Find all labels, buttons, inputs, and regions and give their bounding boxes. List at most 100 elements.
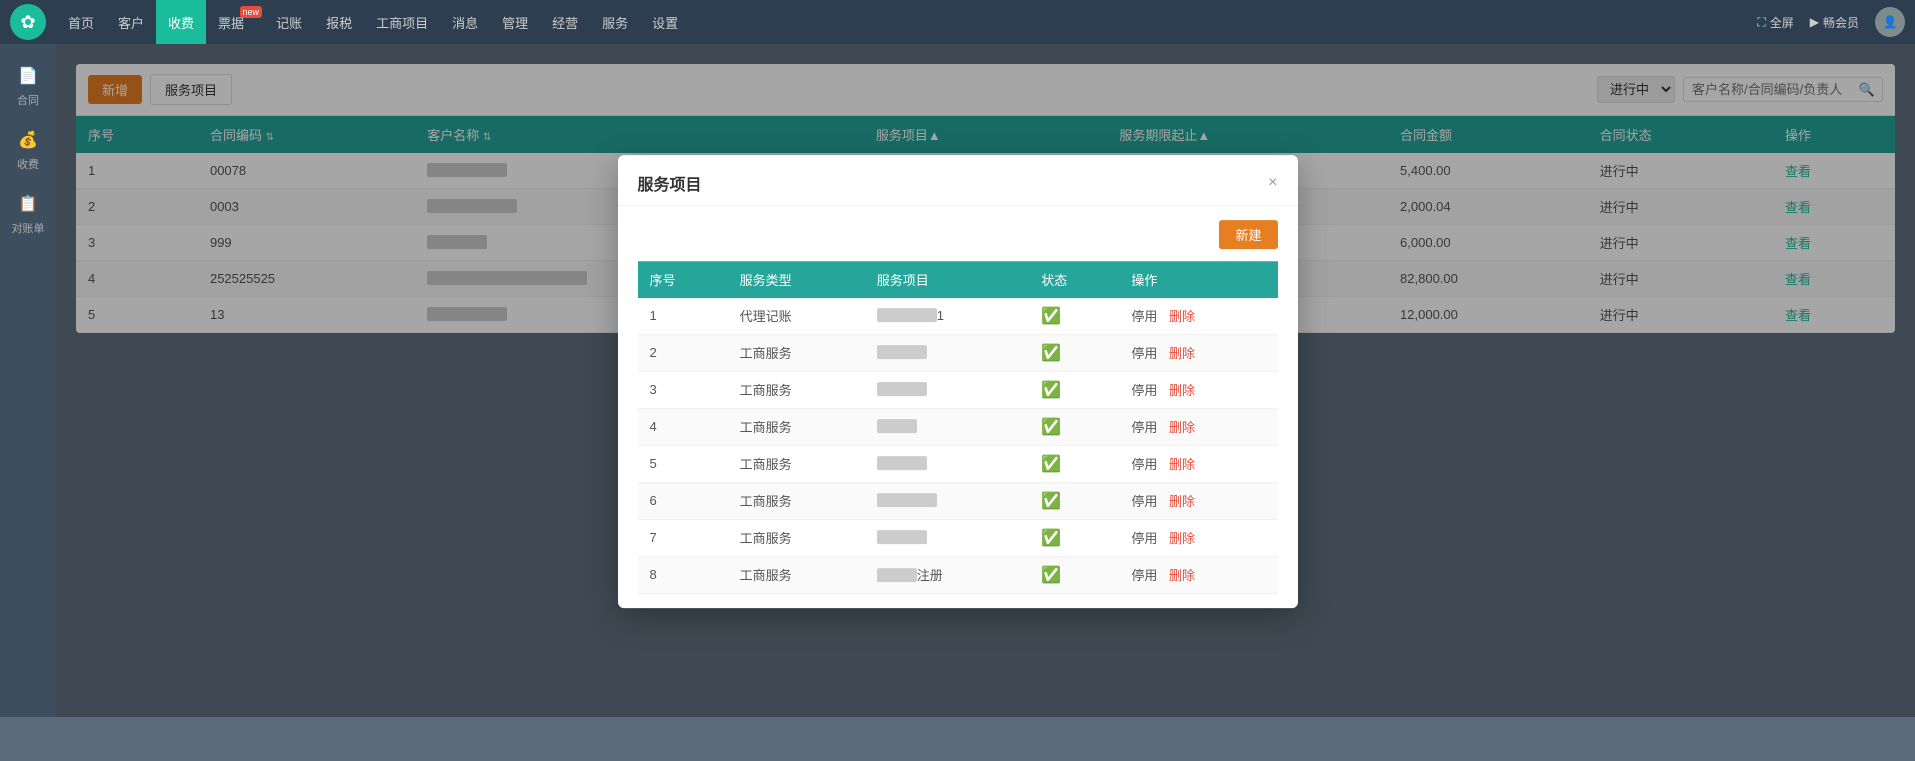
modal-toolbar: 新建	[638, 220, 1278, 249]
sidebar-label-contract: 合同	[17, 92, 39, 108]
nav-industrial[interactable]: 工商项目	[364, 0, 440, 44]
nav-home[interactable]: 首页	[56, 0, 106, 44]
modal-cell-seq: 3	[638, 371, 728, 408]
nav-manage[interactable]: 管理	[490, 0, 540, 44]
modal-table-row: 7 工商服务 ✅ 停用 删除	[638, 519, 1278, 556]
modal-cell-item	[865, 334, 1030, 371]
modal-close-button[interactable]: ×	[1268, 174, 1277, 192]
delete-button[interactable]: 删除	[1169, 568, 1195, 583]
modal-cell-action: 停用 删除	[1119, 371, 1277, 408]
modal-cell-type: 工商服务	[728, 445, 865, 482]
nav-invoice[interactable]: 票据 new	[206, 0, 264, 44]
new-badge: new	[240, 6, 263, 18]
stop-button[interactable]: 停用	[1131, 309, 1157, 324]
modal-cell-status: ✅	[1029, 334, 1119, 371]
modal-cell-status: ✅	[1029, 519, 1119, 556]
contract-icon: 📄	[16, 64, 40, 88]
sidebar-item-contract[interactable]: 📄 合同	[0, 54, 56, 118]
modal-col-type: 服务类型	[728, 261, 865, 298]
modal-cell-item: 1	[865, 298, 1030, 335]
stop-button[interactable]: 停用	[1131, 568, 1157, 583]
nav-client[interactable]: 客户	[106, 0, 156, 44]
modal-cell-seq: 6	[638, 482, 728, 519]
vip-icon: ▶	[1810, 15, 1819, 29]
modal-cell-type: 工商服务	[728, 556, 865, 593]
stop-button[interactable]: 停用	[1131, 383, 1157, 398]
nav-operation[interactable]: 经营	[540, 0, 590, 44]
modal-cell-item	[865, 482, 1030, 519]
sidebar-item-billing[interactable]: 💰 收费	[0, 118, 56, 182]
modal-table-row: 1 代理记账 1 ✅ 停用 删除	[638, 298, 1278, 335]
delete-button[interactable]: 删除	[1169, 309, 1195, 324]
modal-table-row: 6 工商服务 ✅ 停用 删除	[638, 482, 1278, 519]
sidebar-item-statement[interactable]: 📋 对账单	[0, 182, 56, 246]
modal-col-status: 状态	[1029, 261, 1119, 298]
modal-cell-seq: 8	[638, 556, 728, 593]
top-nav: ✿ 首页 客户 收费 票据 new 记账 报税 工商项目 消息 管理 经营 服务…	[0, 0, 1915, 44]
modal-cell-seq: 5	[638, 445, 728, 482]
stop-button[interactable]: 停用	[1131, 494, 1157, 509]
modal-cell-action: 停用 删除	[1119, 334, 1277, 371]
modal-cell-type: 工商服务	[728, 408, 865, 445]
modal-col-item: 服务项目	[865, 261, 1030, 298]
modal-cell-type: 工商服务	[728, 519, 865, 556]
stop-button[interactable]: 停用	[1131, 531, 1157, 546]
modal-cell-type: 工商服务	[728, 371, 865, 408]
modal-cell-status: ✅	[1029, 298, 1119, 335]
nav-message[interactable]: 消息	[440, 0, 490, 44]
statement-icon: 📋	[16, 192, 40, 216]
nav-settings[interactable]: 设置	[640, 0, 690, 44]
delete-button[interactable]: 删除	[1169, 420, 1195, 435]
stop-button[interactable]: 停用	[1131, 457, 1157, 472]
modal-cell-seq: 4	[638, 408, 728, 445]
fullscreen-icon: ⛶	[1757, 15, 1765, 30]
modal-cell-status: ✅	[1029, 445, 1119, 482]
modal-cell-item	[865, 445, 1030, 482]
modal-table-wrap: 序号 服务类型 服务项目 状态 操作 1 代理记账 1 ✅ 停用	[638, 261, 1278, 594]
sidebar-label-statement: 对账单	[12, 220, 45, 236]
modal-cell-action: 停用 删除	[1119, 519, 1277, 556]
nav-bookkeeping[interactable]: 记账	[264, 0, 314, 44]
modal-new-button[interactable]: 新建	[1219, 220, 1277, 249]
modal-cell-action: 停用 删除	[1119, 556, 1277, 593]
modal-table: 序号 服务类型 服务项目 状态 操作 1 代理记账 1 ✅ 停用	[638, 261, 1278, 594]
nav-tax[interactable]: 报税	[314, 0, 364, 44]
modal-table-row: 4 工商服务 ✅ 停用 删除	[638, 408, 1278, 445]
service-modal: 服务项目 × 新建 序号 服务类型 服务项目 状态 操作 1	[618, 155, 1298, 608]
user-avatar[interactable]: 👤	[1875, 7, 1905, 37]
modal-cell-action: 停用 删除	[1119, 408, 1277, 445]
delete-button[interactable]: 删除	[1169, 494, 1195, 509]
delete-button[interactable]: 删除	[1169, 457, 1195, 472]
modal-body: 新建 序号 服务类型 服务项目 状态 操作 1 代理记账	[618, 206, 1298, 608]
modal-table-row: 3 工商服务 ✅ 停用 删除	[638, 371, 1278, 408]
modal-cell-type: 工商服务	[728, 334, 865, 371]
modal-title: 服务项目	[638, 171, 702, 195]
modal-cell-type: 代理记账	[728, 298, 865, 335]
modal-cell-item	[865, 408, 1030, 445]
modal-table-row: 8 工商服务 注册 ✅ 停用 删除	[638, 556, 1278, 593]
nav-service[interactable]: 服务	[590, 0, 640, 44]
modal-cell-seq: 2	[638, 334, 728, 371]
sidebar: 📄 合同 💰 收费 📋 对账单	[0, 44, 56, 717]
delete-button[interactable]: 删除	[1169, 346, 1195, 361]
vip-btn[interactable]: ▶ 畅会员	[1810, 14, 1859, 31]
modal-cell-action: 停用 删除	[1119, 298, 1277, 335]
modal-cell-action: 停用 删除	[1119, 482, 1277, 519]
modal-cell-item: 注册	[865, 556, 1030, 593]
modal-cell-status: ✅	[1029, 408, 1119, 445]
delete-button[interactable]: 删除	[1169, 531, 1195, 546]
right-actions: ⛶ 全屏 ▶ 畅会员 👤	[1757, 7, 1905, 37]
modal-cell-item	[865, 371, 1030, 408]
modal-cell-seq: 7	[638, 519, 728, 556]
modal-cell-status: ✅	[1029, 556, 1119, 593]
modal-col-action: 操作	[1119, 261, 1277, 298]
modal-cell-action: 停用 删除	[1119, 445, 1277, 482]
fullscreen-btn[interactable]: ⛶ 全屏	[1757, 14, 1793, 31]
delete-button[interactable]: 删除	[1169, 383, 1195, 398]
billing-icon: 💰	[16, 128, 40, 152]
modal-table-row: 5 工商服务 ✅ 停用 删除	[638, 445, 1278, 482]
modal-col-seq: 序号	[638, 261, 728, 298]
stop-button[interactable]: 停用	[1131, 346, 1157, 361]
nav-billing[interactable]: 收费	[156, 0, 206, 44]
stop-button[interactable]: 停用	[1131, 420, 1157, 435]
